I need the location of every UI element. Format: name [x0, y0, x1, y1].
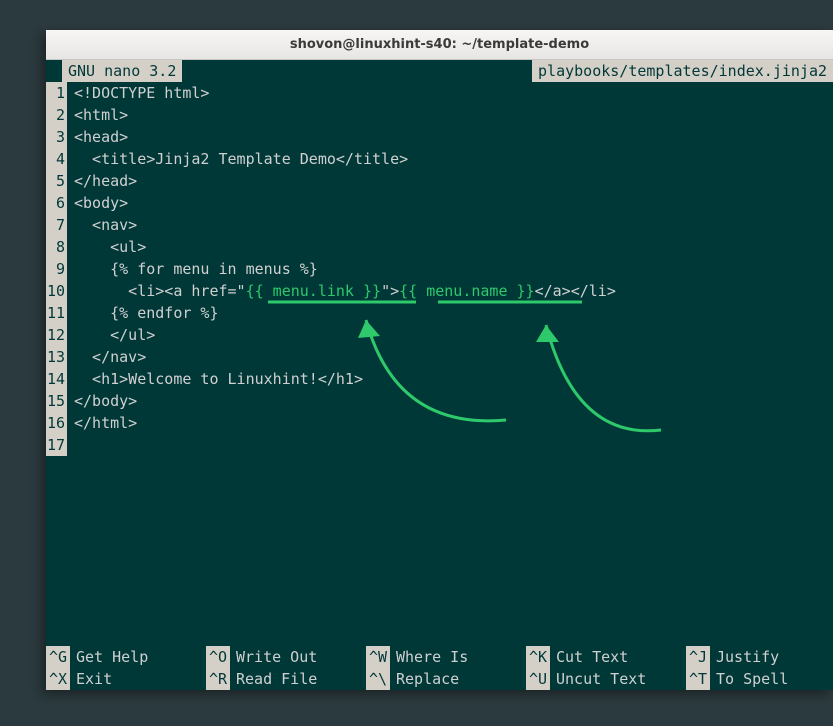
shortcut-key: ^W — [366, 646, 390, 668]
shortcut-label: Get Help — [70, 646, 148, 668]
terminal-window: shovon@linuxhint-s40: ~/template-demo GN… — [46, 30, 833, 690]
nano-footer: ^GGet Help^OWrite Out^WWhere Is^KCut Tex… — [46, 646, 833, 690]
footer-row-2: ^XExit^RRead File^\Replace^UUncut Text^T… — [46, 668, 833, 690]
line-number: 7 — [46, 214, 67, 236]
footer-shortcut[interactable]: ^KCut Text — [526, 646, 686, 668]
code-line — [74, 434, 616, 456]
code-line: {% for menu in menus %} — [74, 258, 616, 280]
window-title: shovon@linuxhint-s40: ~/template-demo — [290, 37, 589, 52]
line-number: 14 — [46, 368, 67, 390]
line-number: 2 — [46, 104, 67, 126]
shortcut-key: ^G — [46, 646, 70, 668]
code-line: <head> — [74, 126, 616, 148]
shortcut-label: To Spell — [710, 668, 788, 690]
nano-app-title: GNU nano 3.2 — [62, 60, 182, 82]
code-line: </body> — [74, 390, 616, 412]
shortcut-key: ^J — [686, 646, 710, 668]
footer-shortcut[interactable]: ^GGet Help — [46, 646, 206, 668]
code-content[interactable]: <!DOCTYPE html><html><head> <title>Jinja… — [68, 82, 616, 646]
line-number: 17 — [46, 434, 67, 456]
code-line: </ul> — [74, 324, 616, 346]
footer-shortcut[interactable]: ^WWhere Is — [366, 646, 526, 668]
shortcut-key: ^\ — [366, 668, 390, 690]
code-line: {% endfor %} — [74, 302, 616, 324]
code-line: <h1>Welcome to Linuxhint!</h1> — [74, 368, 616, 390]
shortcut-label: Read File — [230, 668, 317, 690]
jinja-expression: {{ menu.link }} — [246, 282, 381, 300]
shortcut-key: ^T — [686, 668, 710, 690]
code-line: <nav> — [74, 214, 616, 236]
nano-file-path: playbooks/templates/index.jinja2 — [532, 60, 833, 82]
shortcut-label: Write Out — [230, 646, 317, 668]
line-number-gutter: 1234567891011121314151617 — [46, 82, 68, 646]
code-line: <ul> — [74, 236, 616, 258]
code-line: </head> — [74, 170, 616, 192]
line-number: 8 — [46, 236, 67, 258]
footer-row-1: ^GGet Help^OWrite Out^WWhere Is^KCut Tex… — [46, 646, 833, 668]
line-number: 12 — [46, 324, 67, 346]
line-number: 6 — [46, 192, 67, 214]
shortcut-label: Exit — [70, 668, 112, 690]
editor-area[interactable]: 1234567891011121314151617 <!DOCTYPE html… — [46, 82, 833, 646]
line-number: 10 — [46, 280, 67, 302]
code-line: <li><a href="{{ menu.link }}">{{ menu.na… — [74, 280, 616, 302]
footer-shortcut[interactable]: ^OWrite Out — [206, 646, 366, 668]
footer-shortcut[interactable]: ^TTo Spell — [686, 668, 833, 690]
footer-shortcut[interactable]: ^JJustify — [686, 646, 833, 668]
line-number: 9 — [46, 258, 67, 280]
shortcut-key: ^K — [526, 646, 550, 668]
line-number: 5 — [46, 170, 67, 192]
shortcut-key: ^U — [526, 668, 550, 690]
code-line: </nav> — [74, 346, 616, 368]
shortcut-label: Replace — [390, 668, 459, 690]
shortcut-key: ^R — [206, 668, 230, 690]
shortcut-label: Uncut Text — [550, 668, 646, 690]
nano-header: GNU nano 3.2 playbooks/templates/index.j… — [46, 60, 833, 82]
line-number: 11 — [46, 302, 67, 324]
jinja-expression: {{ menu.name }} — [399, 282, 534, 300]
terminal-area[interactable]: GNU nano 3.2 playbooks/templates/index.j… — [46, 60, 833, 690]
shortcut-key: ^O — [206, 646, 230, 668]
footer-shortcut[interactable]: ^XExit — [46, 668, 206, 690]
code-line: <html> — [74, 104, 616, 126]
footer-shortcut[interactable]: ^RRead File — [206, 668, 366, 690]
line-number: 15 — [46, 390, 67, 412]
line-number: 13 — [46, 346, 67, 368]
shortcut-label: Where Is — [390, 646, 468, 668]
line-number: 4 — [46, 148, 67, 170]
footer-shortcut[interactable]: ^\Replace — [366, 668, 526, 690]
shortcut-label: Justify — [710, 646, 779, 668]
line-number: 16 — [46, 412, 67, 434]
line-number: 3 — [46, 126, 67, 148]
code-line: </html> — [74, 412, 616, 434]
code-line: <!DOCTYPE html> — [74, 82, 616, 104]
shortcut-label: Cut Text — [550, 646, 628, 668]
shortcut-key: ^X — [46, 668, 70, 690]
code-line: <title>Jinja2 Template Demo</title> — [74, 148, 616, 170]
line-number: 1 — [46, 82, 67, 104]
window-titlebar: shovon@linuxhint-s40: ~/template-demo — [46, 30, 833, 60]
footer-shortcut[interactable]: ^UUncut Text — [526, 668, 686, 690]
code-line: <body> — [74, 192, 616, 214]
